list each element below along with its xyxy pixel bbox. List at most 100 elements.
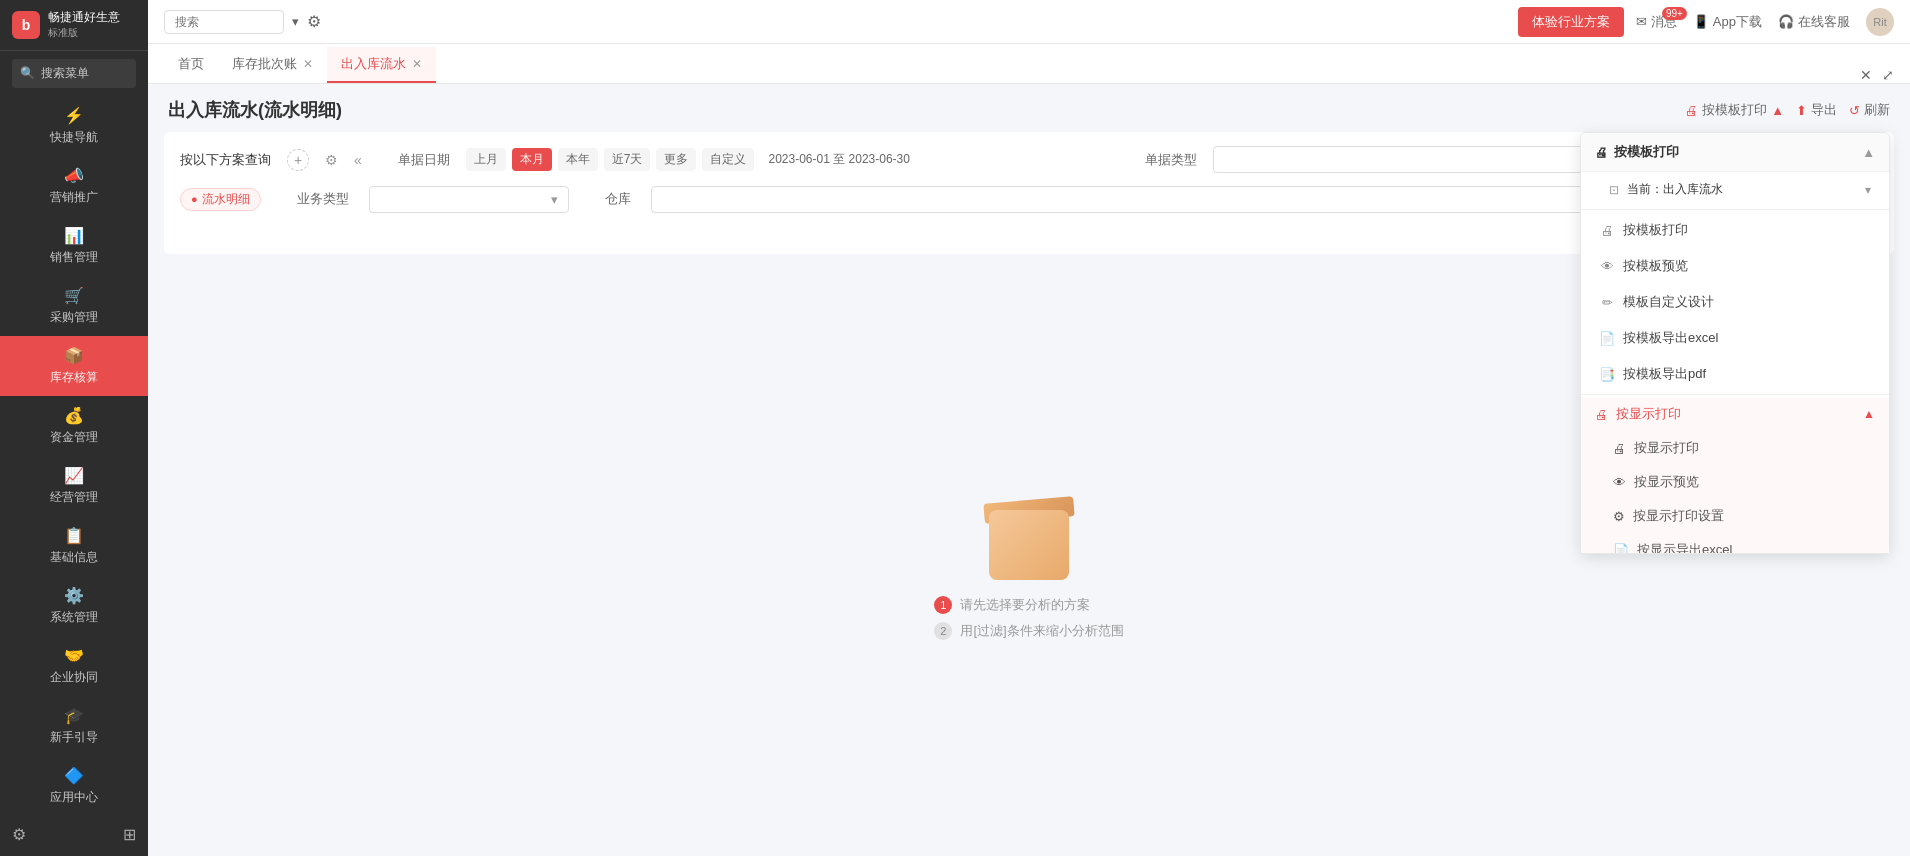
sidebar-item-finance[interactable]: 💰 资金管理 (0, 396, 148, 456)
sidebar-settings-icon[interactable]: ⚙ (12, 825, 26, 844)
sidebar-logo: b 畅捷通好生意 标准版 (0, 0, 148, 51)
display-settings-item[interactable]: ⚙ 按显示打印设置 (1581, 499, 1889, 533)
sidebar-item-operations[interactable]: 📈 经营管理 (0, 456, 148, 516)
sales-icon: 📊 (64, 226, 84, 245)
online-support-button[interactable]: 🎧 在线客服 (1778, 13, 1850, 31)
date-option-more[interactable]: 更多 (656, 148, 696, 171)
sidebar-item-quicknav[interactable]: ⚡ 快捷导航 (0, 96, 148, 156)
app-download-label: App下载 (1713, 13, 1762, 31)
guide-icon: 🎓 (64, 706, 84, 725)
tab-home[interactable]: 首页 (164, 47, 218, 83)
display-print-section: 🖨 按显示打印 ▲ 🖨 按显示打印 👁 按显示预览 ⚙ 按显示打印设置 📄 按显… (1581, 397, 1889, 553)
messages-button[interactable]: ✉ 消息 99+ (1636, 13, 1677, 31)
display-settings-label: 按显示打印设置 (1633, 507, 1724, 525)
template-design-item[interactable]: ✏ 模板自定义设计 (1581, 284, 1889, 320)
display-preview-icon: 👁 (1613, 475, 1626, 490)
tabs-window-controls: ✕ ⤢ (1860, 67, 1894, 83)
refresh-button[interactable]: ↺ 刷新 (1849, 101, 1890, 119)
app-name: 畅捷通好生意 (48, 10, 120, 26)
display-section-title-wrap: 🖨 按显示打印 (1595, 405, 1681, 423)
sidebar-search-button[interactable]: 🔍 搜索菜单 (12, 59, 136, 88)
enterprise-icon: 🤝 (64, 646, 84, 665)
date-option-this-month[interactable]: 本月 (512, 148, 552, 171)
message-icon: ✉ (1636, 14, 1647, 29)
sidebar-collapse-icon[interactable]: ⊞ (123, 825, 136, 844)
search-icon: 🔍 (20, 66, 35, 80)
sidebar-item-purchase[interactable]: 🛒 采购管理 (0, 276, 148, 336)
topbar-search-input[interactable] (164, 10, 284, 34)
date-range-display: 2023-06-01 至 2023-06-30 (768, 151, 909, 168)
empty-box-body (989, 510, 1069, 580)
tab-flowdetail-close-icon[interactable]: ✕ (412, 57, 422, 71)
page-header: 出入库流水(流水明细) 🖨 按模板打印 ▲ ⬆ 导出 ↺ 刷新 (148, 84, 1910, 132)
tab-flowdetail-label: 出入库流水 (341, 55, 406, 73)
print-template-button[interactable]: 🖨 按模板打印 ▲ (1685, 101, 1784, 119)
print-dropdown-title: 🖨 按模板打印 (1595, 143, 1679, 161)
filter-collapse-icon[interactable]: « (354, 152, 362, 168)
template-export-excel-icon: 📄 (1599, 330, 1615, 346)
sidebar-item-apps[interactable]: 🔷 应用中心 (0, 756, 148, 813)
sidebar-item-sales[interactable]: 📊 销售管理 (0, 216, 148, 276)
tab-batch[interactable]: 库存批次账 ✕ (218, 47, 327, 83)
display-print-icon: 🖨 (1613, 441, 1626, 456)
filter-type-label: 单据类型 (1145, 151, 1197, 169)
sidebar-item-marketing[interactable]: 📣 营销推广 (0, 156, 148, 216)
topbar-dropdown-icon[interactable]: ▾ (292, 14, 299, 29)
template-print-item[interactable]: 🖨 按模板打印 (1581, 212, 1889, 248)
sidebar-logo-info: 畅捷通好生意 标准版 (48, 10, 120, 40)
display-export-excel-item[interactable]: 📄 按显示导出excel (1581, 533, 1889, 553)
print-template-arrow-icon[interactable]: ▲ (1771, 103, 1784, 118)
display-print-section-header[interactable]: 🖨 按显示打印 ▲ (1581, 397, 1889, 431)
template-design-icon: ✏ (1599, 294, 1615, 310)
divider-1 (1581, 209, 1889, 210)
date-option-last-7days[interactable]: 近7天 (604, 148, 651, 171)
refresh-icon: ↺ (1849, 103, 1860, 118)
empty-hints-list: 1 请先选择要分析的方案 2 用[过滤]条件来缩小分析范围 (934, 596, 1123, 640)
topbar-gear-icon[interactable]: ⚙ (307, 12, 321, 31)
sidebar-item-label: 新手引导 (50, 729, 98, 746)
template-print-label: 按模板打印 (1623, 221, 1688, 239)
display-export-excel-label: 按显示导出excel (1637, 541, 1732, 553)
sidebar-item-enterprise[interactable]: 🤝 企业协同 (0, 636, 148, 696)
date-option-custom[interactable]: 自定义 (702, 148, 754, 171)
tab-batch-close-icon[interactable]: ✕ (303, 57, 313, 71)
app-logo-icon: b (12, 11, 40, 39)
user-avatar[interactable]: Rit (1866, 8, 1894, 36)
support-icon: 🎧 (1778, 14, 1794, 29)
filter-chip-flow[interactable]: ● 流水明细 (180, 188, 261, 211)
date-option-last-month[interactable]: 上月 (466, 148, 506, 171)
filter-settings-icon[interactable]: ⚙ (325, 152, 338, 168)
template-export-pdf-item[interactable]: 📑 按模板导出pdf (1581, 356, 1889, 392)
empty-hint-2: 2 用[过滤]条件来缩小分析范围 (934, 622, 1123, 640)
filter-add-button[interactable]: + (287, 149, 309, 171)
display-print-label: 按显示打印 (1634, 439, 1699, 457)
sidebar-item-system[interactable]: ⚙️ 系统管理 (0, 576, 148, 636)
window-maximize-icon[interactable]: ⤢ (1882, 67, 1894, 83)
filter-warehouse-select[interactable]: ··· (651, 186, 1728, 213)
topbar: ▾ ⚙ 体验行业方案 ✉ 消息 99+ 📱 App下载 🎧 在线客服 Rit (148, 0, 1910, 44)
current-template-icon: ⊡ (1609, 183, 1619, 197)
sidebar-item-label: 资金管理 (50, 429, 98, 446)
app-badge: 标准版 (48, 26, 120, 40)
filter-business-label: 业务类型 (297, 190, 349, 208)
window-close-icon[interactable]: ✕ (1860, 67, 1872, 83)
sidebar-item-guide[interactable]: 🎓 新手引导 (0, 696, 148, 756)
display-section-icon: 🖨 (1595, 407, 1608, 422)
hint-1-number: 1 (934, 596, 952, 614)
template-print-icon: 🖨 (1599, 222, 1615, 238)
template-export-excel-label: 按模板导出excel (1623, 329, 1718, 347)
template-preview-item[interactable]: 👁 按模板预览 (1581, 248, 1889, 284)
tab-flowdetail[interactable]: 出入库流水 ✕ (327, 47, 436, 83)
date-option-this-year[interactable]: 本年 (558, 148, 598, 171)
export-button[interactable]: ⬆ 导出 (1796, 101, 1837, 119)
filter-business-type-select[interactable]: ▾ (369, 186, 569, 213)
sidebar-item-inventory[interactable]: 📦 库存核算 (0, 336, 148, 396)
display-preview-item[interactable]: 👁 按显示预览 (1581, 465, 1889, 499)
display-print-item[interactable]: 🖨 按显示打印 (1581, 431, 1889, 465)
template-export-excel-item[interactable]: 📄 按模板导出excel (1581, 320, 1889, 356)
filter-chip-icon: ● (191, 193, 198, 205)
sidebar-item-basic[interactable]: 📋 基础信息 (0, 516, 148, 576)
trial-industry-button[interactable]: 体验行业方案 (1518, 7, 1624, 37)
app-download-button[interactable]: 📱 App下载 (1693, 13, 1762, 31)
print-dropdown-close-icon[interactable]: ▲ (1862, 145, 1875, 160)
